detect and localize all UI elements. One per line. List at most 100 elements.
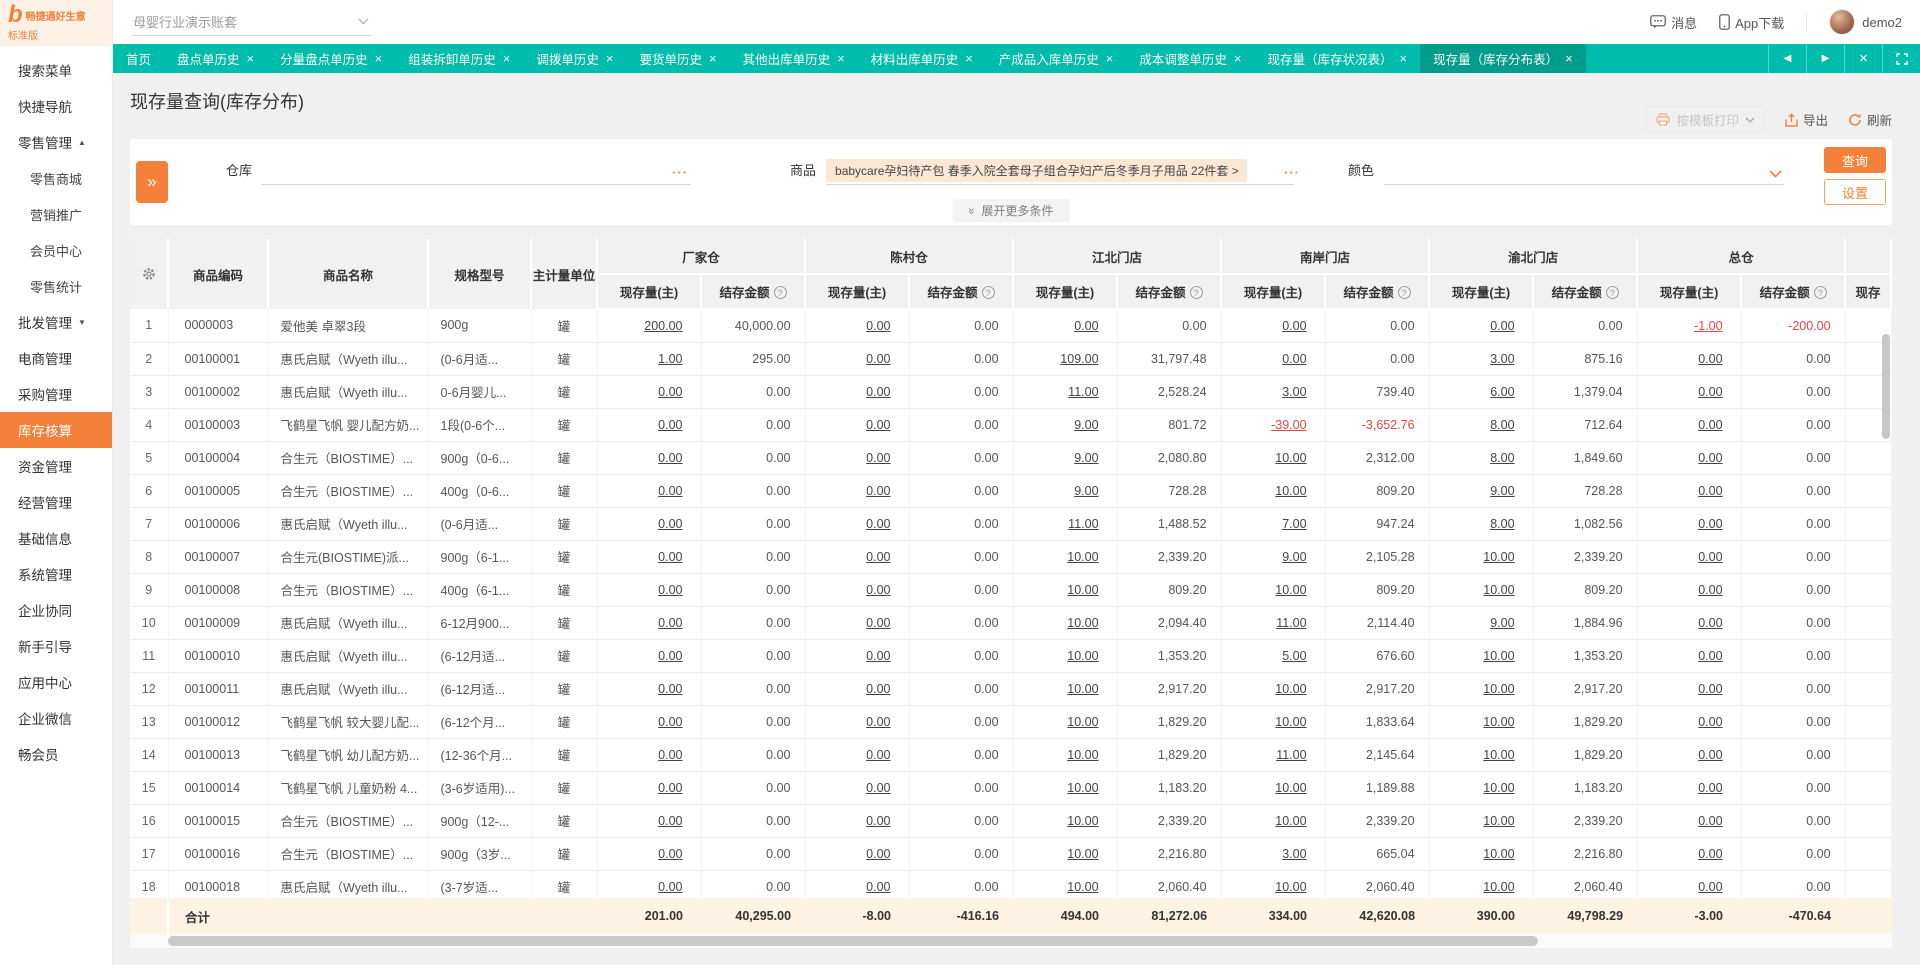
help-question-icon[interactable]: ? bbox=[1813, 286, 1827, 299]
quantity-link[interactable]: 0.00 bbox=[658, 847, 682, 861]
quantity-link[interactable]: 0.00 bbox=[866, 583, 890, 597]
quantity-link[interactable]: 109.00 bbox=[1060, 352, 1098, 366]
sidebar-item-3[interactable]: 零售管理 ▲ bbox=[0, 124, 112, 160]
quantity-link[interactable]: 0.00 bbox=[866, 451, 890, 465]
quantity-link[interactable]: 0.00 bbox=[1490, 319, 1514, 333]
quantity-link[interactable]: -1.00 bbox=[1694, 319, 1723, 333]
quantity-link[interactable]: 10.00 bbox=[1067, 814, 1098, 828]
quantity-link[interactable]: 10.00 bbox=[1067, 748, 1098, 762]
sidebar-item-6[interactable]: 会员中心 bbox=[0, 232, 112, 268]
quantity-link[interactable]: 10.00 bbox=[1483, 748, 1514, 762]
quantity-link[interactable]: 9.00 bbox=[1282, 550, 1306, 564]
quantity-link[interactable]: 0.00 bbox=[1074, 319, 1098, 333]
account-select[interactable]: 母婴行业演示账套 bbox=[131, 8, 371, 36]
quantity-link[interactable]: 0.00 bbox=[866, 748, 890, 762]
tab-2[interactable]: 盘点单历史 × bbox=[164, 44, 267, 73]
quantity-link[interactable]: 0.00 bbox=[866, 385, 890, 399]
query-button[interactable]: 查询 bbox=[1824, 147, 1886, 173]
quantity-link[interactable]: 10.00 bbox=[1275, 583, 1306, 597]
tab-7[interactable]: 其他出库单历史 × bbox=[730, 44, 858, 73]
tab-1[interactable]: 首页 bbox=[113, 44, 164, 73]
quantity-link[interactable]: 0.00 bbox=[1282, 319, 1306, 333]
tab-6[interactable]: 要货单历史 × bbox=[626, 44, 729, 73]
sidebar-item-15[interactable]: 系统管理 bbox=[0, 556, 112, 592]
tab-9[interactable]: 产成品入库单历史 × bbox=[986, 44, 1127, 73]
quantity-link[interactable]: 9.00 bbox=[1074, 418, 1098, 432]
quantity-link[interactable]: 10.00 bbox=[1067, 649, 1098, 663]
quantity-link[interactable]: 0.00 bbox=[1698, 385, 1722, 399]
collapse-filter-button[interactable]: » bbox=[136, 161, 168, 203]
quantity-link[interactable]: 0.00 bbox=[866, 352, 890, 366]
quantity-link[interactable]: 0.00 bbox=[1698, 880, 1722, 894]
quantity-link[interactable]: 9.00 bbox=[1490, 616, 1514, 630]
horizontal-scrollbar[interactable] bbox=[130, 934, 1892, 948]
quantity-link[interactable]: 0.00 bbox=[1698, 748, 1722, 762]
quantity-link[interactable]: 7.00 bbox=[1282, 517, 1306, 531]
tab-close-icon[interactable]: × bbox=[606, 52, 614, 65]
quantity-link[interactable]: 9.00 bbox=[1490, 484, 1514, 498]
refresh-button[interactable]: 刷新 bbox=[1848, 110, 1892, 129]
sidebar-item-7[interactable]: 零售统计 bbox=[0, 268, 112, 304]
tab-close-icon[interactable]: × bbox=[1400, 52, 1408, 65]
sidebar-item-5[interactable]: 营销推广 bbox=[0, 196, 112, 232]
quantity-link[interactable]: 10.00 bbox=[1275, 451, 1306, 465]
sidebar-item-13[interactable]: 经营管理 bbox=[0, 484, 112, 520]
quantity-link[interactable]: 0.00 bbox=[658, 484, 682, 498]
quantity-link[interactable]: 10.00 bbox=[1483, 781, 1514, 795]
fullscreen-button[interactable] bbox=[1882, 44, 1920, 73]
quantity-link[interactable]: 0.00 bbox=[1698, 583, 1722, 597]
sidebar-item-17[interactable]: 新手引导 bbox=[0, 628, 112, 664]
quantity-link[interactable]: 1.00 bbox=[658, 352, 682, 366]
quantity-link[interactable]: 0.00 bbox=[658, 616, 682, 630]
quantity-link[interactable]: 8.00 bbox=[1490, 451, 1514, 465]
quantity-link[interactable]: 0.00 bbox=[658, 748, 682, 762]
quantity-link[interactable]: 0.00 bbox=[1698, 451, 1722, 465]
tab-3[interactable]: 分量盘点单历史 × bbox=[267, 44, 395, 73]
messages-button[interactable]: 消息 bbox=[1650, 13, 1697, 32]
quantity-link[interactable]: 0.00 bbox=[866, 847, 890, 861]
tab-8[interactable]: 材料出库单历史 × bbox=[858, 44, 986, 73]
tab-close-icon[interactable]: × bbox=[837, 52, 845, 65]
quantity-link[interactable]: 8.00 bbox=[1490, 418, 1514, 432]
quantity-link[interactable]: 0.00 bbox=[1698, 550, 1722, 564]
quantity-link[interactable]: 0.00 bbox=[866, 880, 890, 894]
quantity-link[interactable]: 0.00 bbox=[1698, 484, 1722, 498]
quantity-link[interactable]: 10.00 bbox=[1483, 715, 1514, 729]
quantity-link[interactable]: 10.00 bbox=[1067, 781, 1098, 795]
quantity-link[interactable]: 11.00 bbox=[1068, 517, 1098, 531]
quantity-link[interactable]: 10.00 bbox=[1483, 814, 1514, 828]
tab-close-icon[interactable]: × bbox=[1234, 52, 1242, 65]
quantity-link[interactable]: 0.00 bbox=[866, 319, 890, 333]
quantity-link[interactable]: 3.00 bbox=[1282, 847, 1306, 861]
quantity-link[interactable]: 10.00 bbox=[1483, 682, 1514, 696]
quantity-link[interactable]: 0.00 bbox=[658, 550, 682, 564]
quantity-link[interactable]: 11.00 bbox=[1276, 748, 1306, 762]
sidebar-item-1[interactable]: 搜索菜单 bbox=[0, 52, 112, 88]
quantity-link[interactable]: 0.00 bbox=[658, 715, 682, 729]
product-value-tag[interactable]: babycare孕妇待产包 春季入院全套母子组合孕妇产后冬季月子用品 22件套 … bbox=[826, 159, 1247, 182]
quantity-link[interactable]: 0.00 bbox=[866, 517, 890, 531]
quantity-link[interactable]: 10.00 bbox=[1483, 847, 1514, 861]
tab-close-icon[interactable]: × bbox=[1565, 52, 1573, 65]
quantity-link[interactable]: 8.00 bbox=[1490, 517, 1514, 531]
quantity-link[interactable]: 200.00 bbox=[644, 319, 682, 333]
quantity-link[interactable]: 0.00 bbox=[1698, 847, 1722, 861]
quantity-link[interactable]: 0.00 bbox=[658, 781, 682, 795]
quantity-link[interactable]: 10.00 bbox=[1483, 550, 1514, 564]
sidebar-item-18[interactable]: 应用中心 bbox=[0, 664, 112, 700]
quantity-link[interactable]: 0.00 bbox=[658, 517, 682, 531]
settings-button[interactable]: 设置 bbox=[1824, 179, 1886, 205]
quantity-link[interactable]: 0.00 bbox=[658, 649, 682, 663]
quantity-link[interactable]: 0.00 bbox=[658, 880, 682, 894]
sidebar-item-19[interactable]: 企业微信 bbox=[0, 700, 112, 736]
vertical-scrollbar[interactable] bbox=[1882, 334, 1890, 439]
tab-close-icon[interactable]: × bbox=[1106, 52, 1114, 65]
quantity-link[interactable]: 0.00 bbox=[866, 781, 890, 795]
print-by-template-button[interactable]: 按模板打印 bbox=[1646, 106, 1765, 133]
quantity-link[interactable]: 0.00 bbox=[658, 583, 682, 597]
quantity-link[interactable]: 0.00 bbox=[658, 814, 682, 828]
tab-close-icon[interactable]: × bbox=[247, 52, 255, 65]
sidebar-item-16[interactable]: 企业协同 bbox=[0, 592, 112, 628]
tab-close-icon[interactable]: × bbox=[709, 52, 717, 65]
tab-12[interactable]: 现存量（库存分布表） × bbox=[1420, 44, 1586, 73]
